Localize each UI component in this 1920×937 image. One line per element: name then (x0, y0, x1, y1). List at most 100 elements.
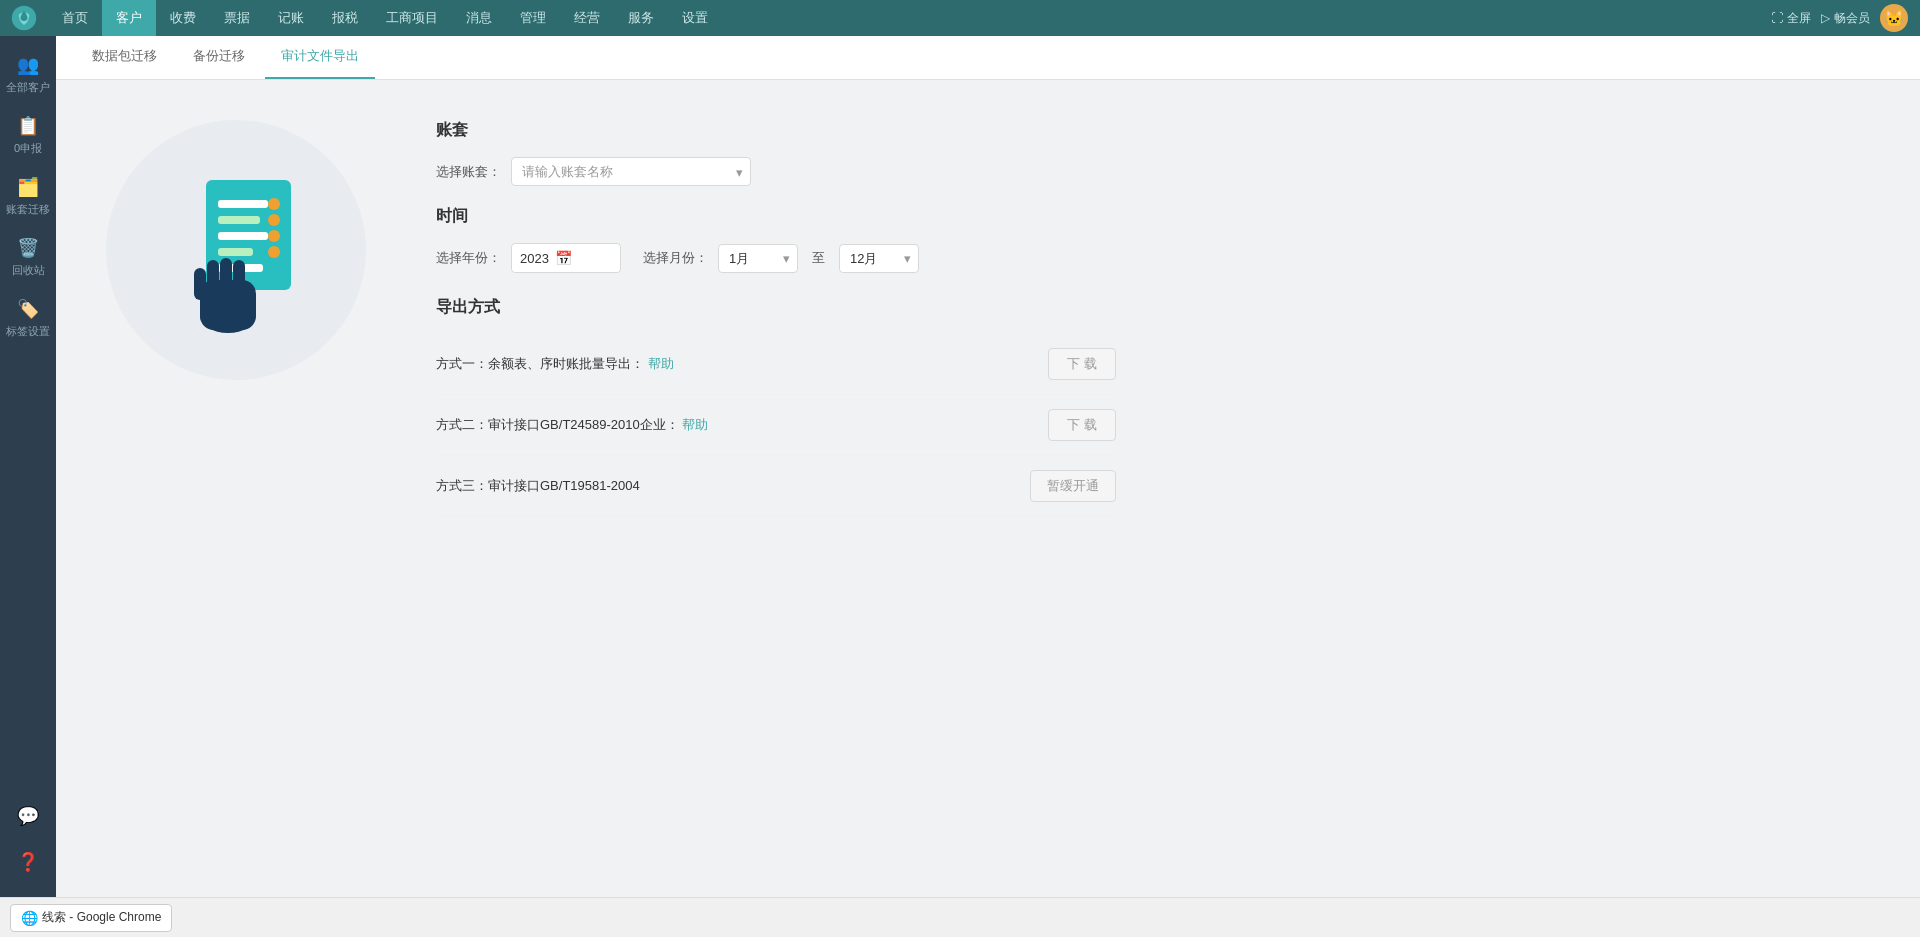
content-area: 数据包迁移 备份迁移 审计文件导出 (56, 36, 1920, 897)
sidebar-label-recycle: 回收站 (12, 263, 45, 278)
year-value: 2023 (520, 251, 549, 266)
sidebar-label-migration: 账套迁移 (6, 202, 50, 217)
fullscreen-button[interactable]: ⛶ 全屏 (1771, 10, 1811, 27)
month-end-wrapper: 1月2月3月 4月5月6月 7月8月9月 10月11月12月 ▾ (839, 244, 919, 273)
export-method-2-text: 方式二：审计接口GB/T24589-2010企业： (436, 417, 679, 432)
avatar[interactable]: 🐱 (1880, 4, 1908, 32)
fullscreen-icon: ⛶ (1771, 11, 1783, 25)
sidebar-item-recycle[interactable]: 🗑️ 回收站 (0, 227, 56, 288)
export-section: 导出方式 方式一：余额表、序时账批量导出： 帮助 下 载 方式二：审计接口GB/… (436, 297, 1116, 517)
tab-backup-migration[interactable]: 备份迁移 (177, 36, 261, 79)
export-section-title: 导出方式 (436, 297, 1116, 318)
nav-customer[interactable]: 客户 (102, 0, 156, 36)
year-label: 选择年份： (436, 249, 501, 267)
export-label-2: 方式二：审计接口GB/T24589-2010企业： 帮助 (436, 416, 1038, 434)
export-method-3-text: 方式三：审计接口GB/T19581-2004 (436, 478, 640, 493)
nav-settings[interactable]: 设置 (668, 0, 722, 36)
sidebar-label-tag: 标签设置 (6, 324, 50, 339)
time-row: 选择年份： 2023 📅 选择月份： 1月2月3月 4月5月6月 7月8月9月 … (436, 243, 1116, 273)
illustration-circle (106, 120, 366, 380)
svg-point-10 (268, 246, 280, 258)
sidebar-item-all-customers[interactable]: 👥 全部客户 (0, 44, 56, 105)
zero-declare-icon: 📋 (17, 115, 39, 137)
month-label: 选择月份： (643, 249, 708, 267)
nav-fee[interactable]: 收费 (156, 0, 210, 36)
svg-rect-13 (194, 268, 206, 300)
export-help-2-link[interactable]: 帮助 (682, 417, 708, 432)
migration-icon: 🗂️ (17, 176, 39, 198)
taskbar: 🌐 线索 - Google Chrome (0, 897, 1920, 937)
nav-business[interactable]: 工商项目 (372, 0, 452, 36)
svg-rect-14 (207, 260, 219, 292)
nav-message[interactable]: 消息 (452, 0, 506, 36)
export-download-2-button[interactable]: 下 载 (1048, 409, 1116, 441)
svg-rect-4 (218, 232, 268, 240)
account-section-title: 账套 (436, 120, 1116, 141)
top-nav: 首页 客户 收费 票据 记账 报税 工商项目 消息 管理 经营 服务 设置 ⛶ … (0, 0, 1920, 36)
sidebar-item-account-migration[interactable]: 🗂️ 账套迁移 (0, 166, 56, 227)
illustration-area (96, 110, 376, 390)
nav-invoice[interactable]: 票据 (210, 0, 264, 36)
svg-point-7 (268, 198, 280, 210)
account-label: 选择账套： (436, 163, 501, 181)
tab-audit-export[interactable]: 审计文件导出 (265, 36, 375, 79)
svg-rect-5 (218, 248, 253, 256)
nav-bookkeeping[interactable]: 记账 (264, 0, 318, 36)
nav-service[interactable]: 服务 (614, 0, 668, 36)
chrome-icon: 🌐 (21, 910, 38, 926)
main-layout: 👥 全部客户 📋 0申报 🗂️ 账套迁移 🗑️ 回收站 🏷️ 标签设置 💬 ❓ … (0, 36, 1920, 897)
sidebar-item-tag-settings[interactable]: 🏷️ 标签设置 (0, 288, 56, 349)
sidebar-bottom: 💬 ❓ (0, 797, 56, 897)
member-label: 畅会员 (1834, 10, 1870, 27)
account-select[interactable]: 请输入账套名称 (511, 157, 751, 186)
recycle-icon: 🗑️ (17, 237, 39, 259)
sidebar-label-zero-declare: 0申报 (14, 141, 42, 156)
month-start-wrapper: 1月2月3月 4月5月6月 7月8月9月 10月11月12月 ▾ (718, 244, 798, 273)
taskbar-item-label: 线索 - Google Chrome (42, 909, 161, 926)
export-row-1: 方式一：余额表、序时账批量导出： 帮助 下 载 (436, 334, 1116, 395)
sidebar-label-all-customers: 全部客户 (6, 80, 50, 95)
customers-icon: 👥 (17, 54, 39, 76)
export-method-1-text: 方式一：余额表、序时账批量导出： (436, 356, 644, 371)
main-content: 账套 选择账套： 请输入账套名称 ▾ 时间 选择年份： 2023 (56, 80, 1920, 897)
export-help-1-link[interactable]: 帮助 (648, 356, 674, 371)
export-label-1: 方式一：余额表、序时账批量导出： 帮助 (436, 355, 1038, 373)
form-area: 账套 选择账套： 请输入账套名称 ▾ 时间 选择年份： 2023 (436, 110, 1116, 517)
nav-items: 首页 客户 收费 票据 记账 报税 工商项目 消息 管理 经营 服务 设置 (48, 0, 1771, 36)
taskbar-chrome-item[interactable]: 🌐 线索 - Google Chrome (10, 904, 172, 932)
export-download-1-button[interactable]: 下 载 (1048, 348, 1116, 380)
svg-point-8 (268, 214, 280, 226)
fullscreen-label: 全屏 (1787, 10, 1811, 27)
sidebar: 👥 全部客户 📋 0申报 🗂️ 账套迁移 🗑️ 回收站 🏷️ 标签设置 💬 ❓ (0, 36, 56, 897)
sidebar-message-button[interactable]: 💬 (9, 797, 47, 835)
month-end-select[interactable]: 1月2月3月 4月5月6月 7月8月9月 10月11月12月 (839, 244, 919, 273)
export-row-2: 方式二：审计接口GB/T24589-2010企业： 帮助 下 载 (436, 395, 1116, 456)
nav-manage[interactable]: 管理 (506, 0, 560, 36)
avatar-icon: 🐱 (1884, 9, 1904, 28)
to-label: 至 (812, 249, 825, 267)
account-select-wrapper: 请输入账套名称 ▾ (511, 157, 751, 186)
svg-rect-15 (220, 258, 232, 286)
svg-rect-2 (218, 200, 268, 208)
illustration-svg (156, 160, 316, 340)
tab-bar: 数据包迁移 备份迁移 审计文件导出 (56, 36, 1920, 80)
export-row-3: 方式三：审计接口GB/T19581-2004 暂缓开通 (436, 456, 1116, 517)
svg-rect-3 (218, 216, 260, 224)
export-label-3: 方式三：审计接口GB/T19581-2004 (436, 477, 1020, 495)
account-row: 选择账套： 请输入账套名称 ▾ (436, 157, 1116, 186)
tab-data-migration[interactable]: 数据包迁移 (76, 36, 173, 79)
month-start-select[interactable]: 1月2月3月 4月5月6月 7月8月9月 10月11月12月 (718, 244, 798, 273)
member-button[interactable]: ▷ 畅会员 (1821, 10, 1870, 27)
nav-tax[interactable]: 报税 (318, 0, 372, 36)
nav-home[interactable]: 首页 (48, 0, 102, 36)
nav-operation[interactable]: 经营 (560, 0, 614, 36)
time-section-title: 时间 (436, 206, 1116, 227)
sidebar-item-zero-declare[interactable]: 📋 0申报 (0, 105, 56, 166)
sidebar-help-button[interactable]: ❓ (9, 843, 47, 881)
year-input[interactable]: 2023 📅 (511, 243, 621, 273)
calendar-icon: 📅 (555, 250, 572, 266)
svg-rect-16 (233, 260, 245, 288)
export-open-3-button[interactable]: 暂缓开通 (1030, 470, 1116, 502)
svg-point-9 (268, 230, 280, 242)
tag-icon: 🏷️ (17, 298, 39, 320)
